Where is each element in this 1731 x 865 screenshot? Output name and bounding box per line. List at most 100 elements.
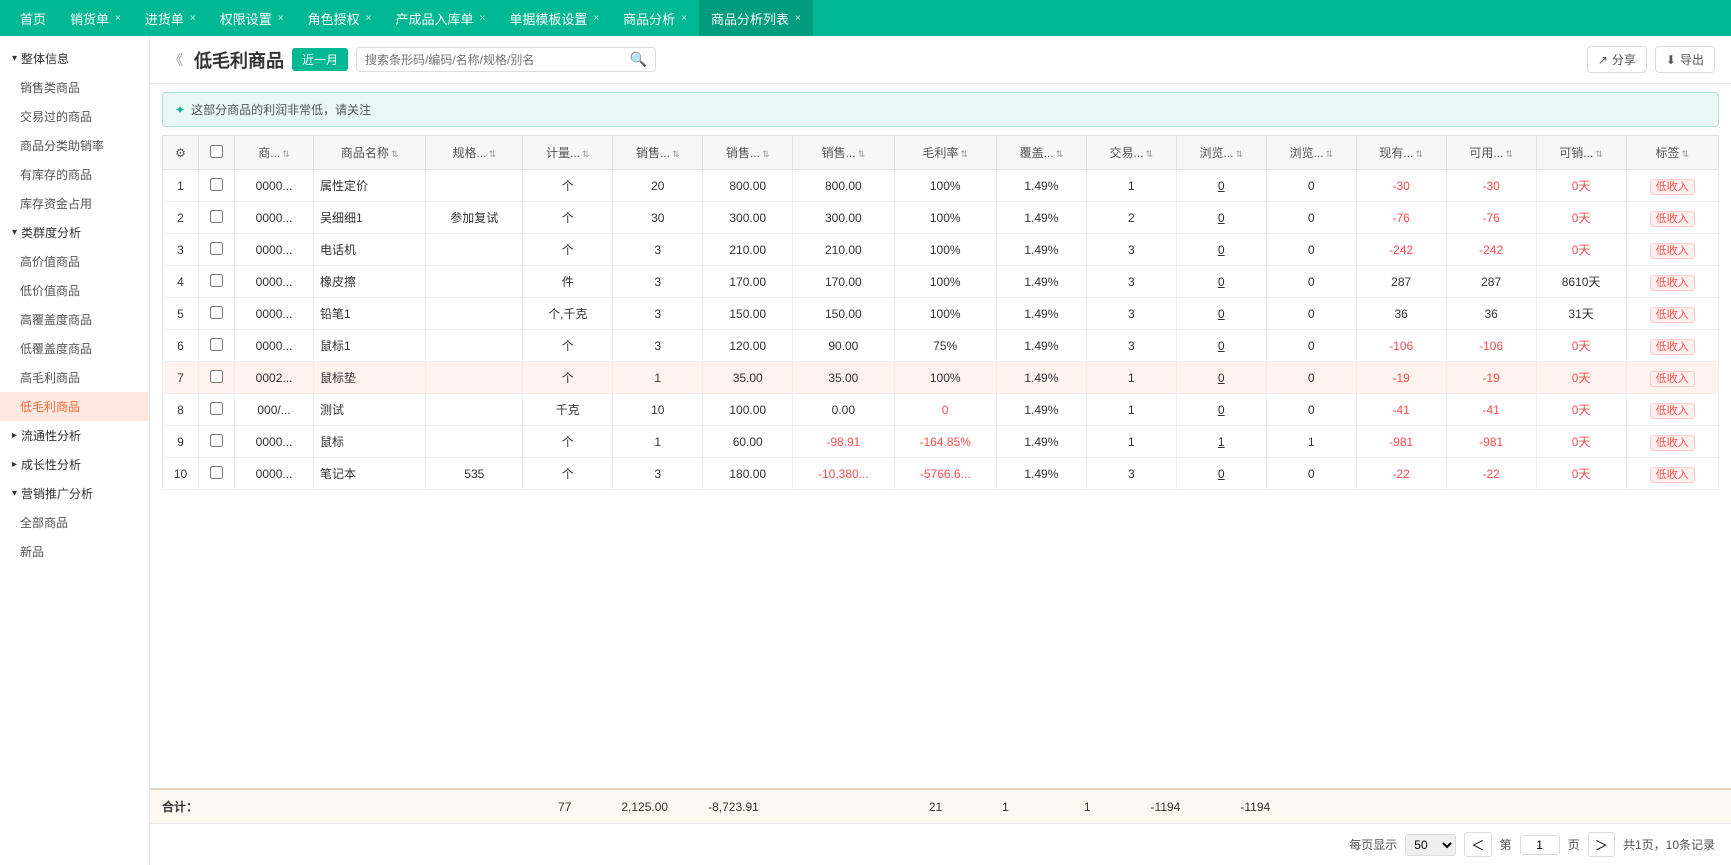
- row-checkbox[interactable]: [199, 330, 235, 362]
- filter-recent-month-button[interactable]: 近一月: [292, 48, 348, 71]
- row-select-checkbox[interactable]: [210, 178, 223, 191]
- col-profit-header[interactable]: 毛利率⇅: [894, 136, 996, 170]
- sidebar-item-sales-products[interactable]: 销售类商品: [0, 73, 149, 102]
- share-button[interactable]: ↗ 分享: [1587, 46, 1647, 73]
- row-tag: 低收入: [1626, 426, 1718, 458]
- nav-role-auth[interactable]: 角色授权 ×: [296, 0, 384, 36]
- nav-sales-order[interactable]: 销货单 ×: [58, 0, 133, 36]
- sidebar-group-overall[interactable]: ▾ 整体信息: [0, 44, 149, 73]
- nav-purchase-order[interactable]: 进货单 ×: [133, 0, 208, 36]
- total-records-text: 共1页，10条记录: [1623, 836, 1715, 853]
- close-icon[interactable]: ×: [366, 13, 372, 24]
- close-icon[interactable]: ×: [681, 13, 687, 24]
- col-browse2-header[interactable]: 浏览...⇅: [1266, 136, 1356, 170]
- col-browse1-header[interactable]: 浏览...⇅: [1176, 136, 1266, 170]
- col-code-header[interactable]: 商...⇅: [235, 136, 314, 170]
- row-available: -30: [1446, 170, 1536, 202]
- row-sales3: 300.00: [793, 202, 894, 234]
- next-page-button[interactable]: ＞: [1588, 832, 1615, 857]
- row-sales3: 170.00: [793, 266, 894, 298]
- row-select-checkbox[interactable]: [210, 274, 223, 287]
- row-select-checkbox[interactable]: [210, 466, 223, 479]
- sidebar-group-circulation[interactable]: ▸ 流通性分析: [0, 421, 149, 450]
- row-trade: 1: [1086, 426, 1176, 458]
- row-select-checkbox[interactable]: [210, 434, 223, 447]
- prev-page-button[interactable]: ＜: [1464, 832, 1491, 857]
- nav-product-analysis[interactable]: 商品分析 ×: [611, 0, 699, 36]
- search-icon[interactable]: 🔍: [630, 51, 647, 68]
- nav-product-entry[interactable]: 产成品入库单 ×: [383, 0, 497, 36]
- col-checkbox[interactable]: [199, 136, 235, 170]
- col-coverage-header[interactable]: 覆盖...⇅: [996, 136, 1086, 170]
- export-icon: ⬇: [1666, 53, 1676, 67]
- sidebar-item-high-value[interactable]: 高价值商品: [0, 247, 149, 276]
- sidebar-item-low-profit[interactable]: 低毛利商品: [0, 392, 149, 421]
- col-sales1-header[interactable]: 销售...⇅: [613, 136, 703, 170]
- row-checkbox[interactable]: [199, 170, 235, 202]
- sidebar-item-category-rate[interactable]: 商品分类助销率: [0, 131, 149, 160]
- col-tag-header[interactable]: 标签⇅: [1626, 136, 1718, 170]
- row-select-checkbox[interactable]: [210, 242, 223, 255]
- sidebar-item-low-coverage[interactable]: 低覆盖度商品: [0, 334, 149, 363]
- row-select-checkbox[interactable]: [210, 306, 223, 319]
- sidebar-item-all-products[interactable]: 全部商品: [0, 508, 149, 537]
- row-select-checkbox[interactable]: [210, 210, 223, 223]
- row-checkbox[interactable]: [199, 266, 235, 298]
- sidebar-item-in-stock[interactable]: 有库存的商品: [0, 160, 149, 189]
- col-trade-header[interactable]: 交易...⇅: [1086, 136, 1176, 170]
- search-input[interactable]: [365, 53, 630, 67]
- col-saleable-header[interactable]: 可销...⇅: [1536, 136, 1626, 170]
- close-icon[interactable]: ×: [795, 13, 801, 24]
- close-icon[interactable]: ×: [479, 13, 485, 24]
- row-checkbox[interactable]: [199, 458, 235, 490]
- col-current-header[interactable]: 现有...⇅: [1356, 136, 1446, 170]
- page-title: 低毛利商品: [194, 47, 284, 73]
- sidebar-item-low-value[interactable]: 低价值商品: [0, 276, 149, 305]
- table-row: 2 0000... 吴细细1 参加复试 个 30 300.00 300.00 1…: [163, 202, 1719, 234]
- page-input[interactable]: [1520, 835, 1560, 855]
- page-size-select[interactable]: 50 10 20 100: [1405, 834, 1456, 856]
- footer-browse2-total: 1: [1084, 800, 1091, 814]
- nav-permission[interactable]: 权限设置 ×: [208, 0, 296, 36]
- row-checkbox[interactable]: [199, 298, 235, 330]
- row-checkbox[interactable]: [199, 426, 235, 458]
- col-settings[interactable]: ⚙: [163, 136, 199, 170]
- row-select-checkbox[interactable]: [210, 370, 223, 383]
- col-spec-header[interactable]: 规格...⇅: [426, 136, 523, 170]
- row-checkbox[interactable]: [199, 362, 235, 394]
- header-actions: ↗ 分享 ⬇ 导出: [1587, 46, 1715, 73]
- close-icon[interactable]: ×: [278, 13, 284, 24]
- nav-product-analysis-list[interactable]: 商品分析列表 ×: [699, 0, 813, 36]
- row-select-checkbox[interactable]: [210, 402, 223, 415]
- collapse-sidebar-button[interactable]: 《: [166, 50, 186, 70]
- row-no: 6: [163, 330, 199, 362]
- row-checkbox[interactable]: [199, 394, 235, 426]
- nav-home[interactable]: 首页: [8, 0, 58, 36]
- close-icon[interactable]: ×: [115, 13, 121, 24]
- select-all-checkbox[interactable]: [210, 145, 223, 158]
- tag-badge: 低收入: [1650, 467, 1695, 483]
- close-icon[interactable]: ×: [593, 13, 599, 24]
- col-sales3-header[interactable]: 销售...⇅: [793, 136, 894, 170]
- sidebar-item-high-coverage[interactable]: 高覆盖度商品: [0, 305, 149, 334]
- row-checkbox[interactable]: [199, 202, 235, 234]
- sidebar-item-stock-capital[interactable]: 库存资金占用: [0, 189, 149, 218]
- col-sales2-header[interactable]: 销售...⇅: [703, 136, 793, 170]
- sidebar-group-growth[interactable]: ▸ 成长性分析: [0, 450, 149, 479]
- sidebar-item-traded-products[interactable]: 交易过的商品: [0, 102, 149, 131]
- col-available-header[interactable]: 可用...⇅: [1446, 136, 1536, 170]
- nav-template-settings[interactable]: 单据模板设置 ×: [497, 0, 611, 36]
- sidebar-group-cluster[interactable]: ▾ 类群度分析: [0, 218, 149, 247]
- col-name-header[interactable]: 商品名称⇅: [314, 136, 426, 170]
- sidebar-group-marketing[interactable]: ▾ 营销推广分析: [0, 479, 149, 508]
- col-unit-header[interactable]: 计量...⇅: [523, 136, 613, 170]
- sidebar-item-new-products[interactable]: 新品: [0, 537, 149, 566]
- export-button[interactable]: ⬇ 导出: [1655, 46, 1715, 73]
- row-select-checkbox[interactable]: [210, 338, 223, 351]
- sidebar-item-high-profit[interactable]: 高毛利商品: [0, 363, 149, 392]
- table-row: 5 0000... 铅笔1 个,千克 3 150.00 150.00 100% …: [163, 298, 1719, 330]
- row-checkbox[interactable]: [199, 234, 235, 266]
- table-footer: 合计： 77 2,125.00 -8,723.91 21 1 1 -1194 -…: [150, 788, 1731, 823]
- close-icon[interactable]: ×: [190, 13, 196, 24]
- row-code: 0000...: [235, 202, 314, 234]
